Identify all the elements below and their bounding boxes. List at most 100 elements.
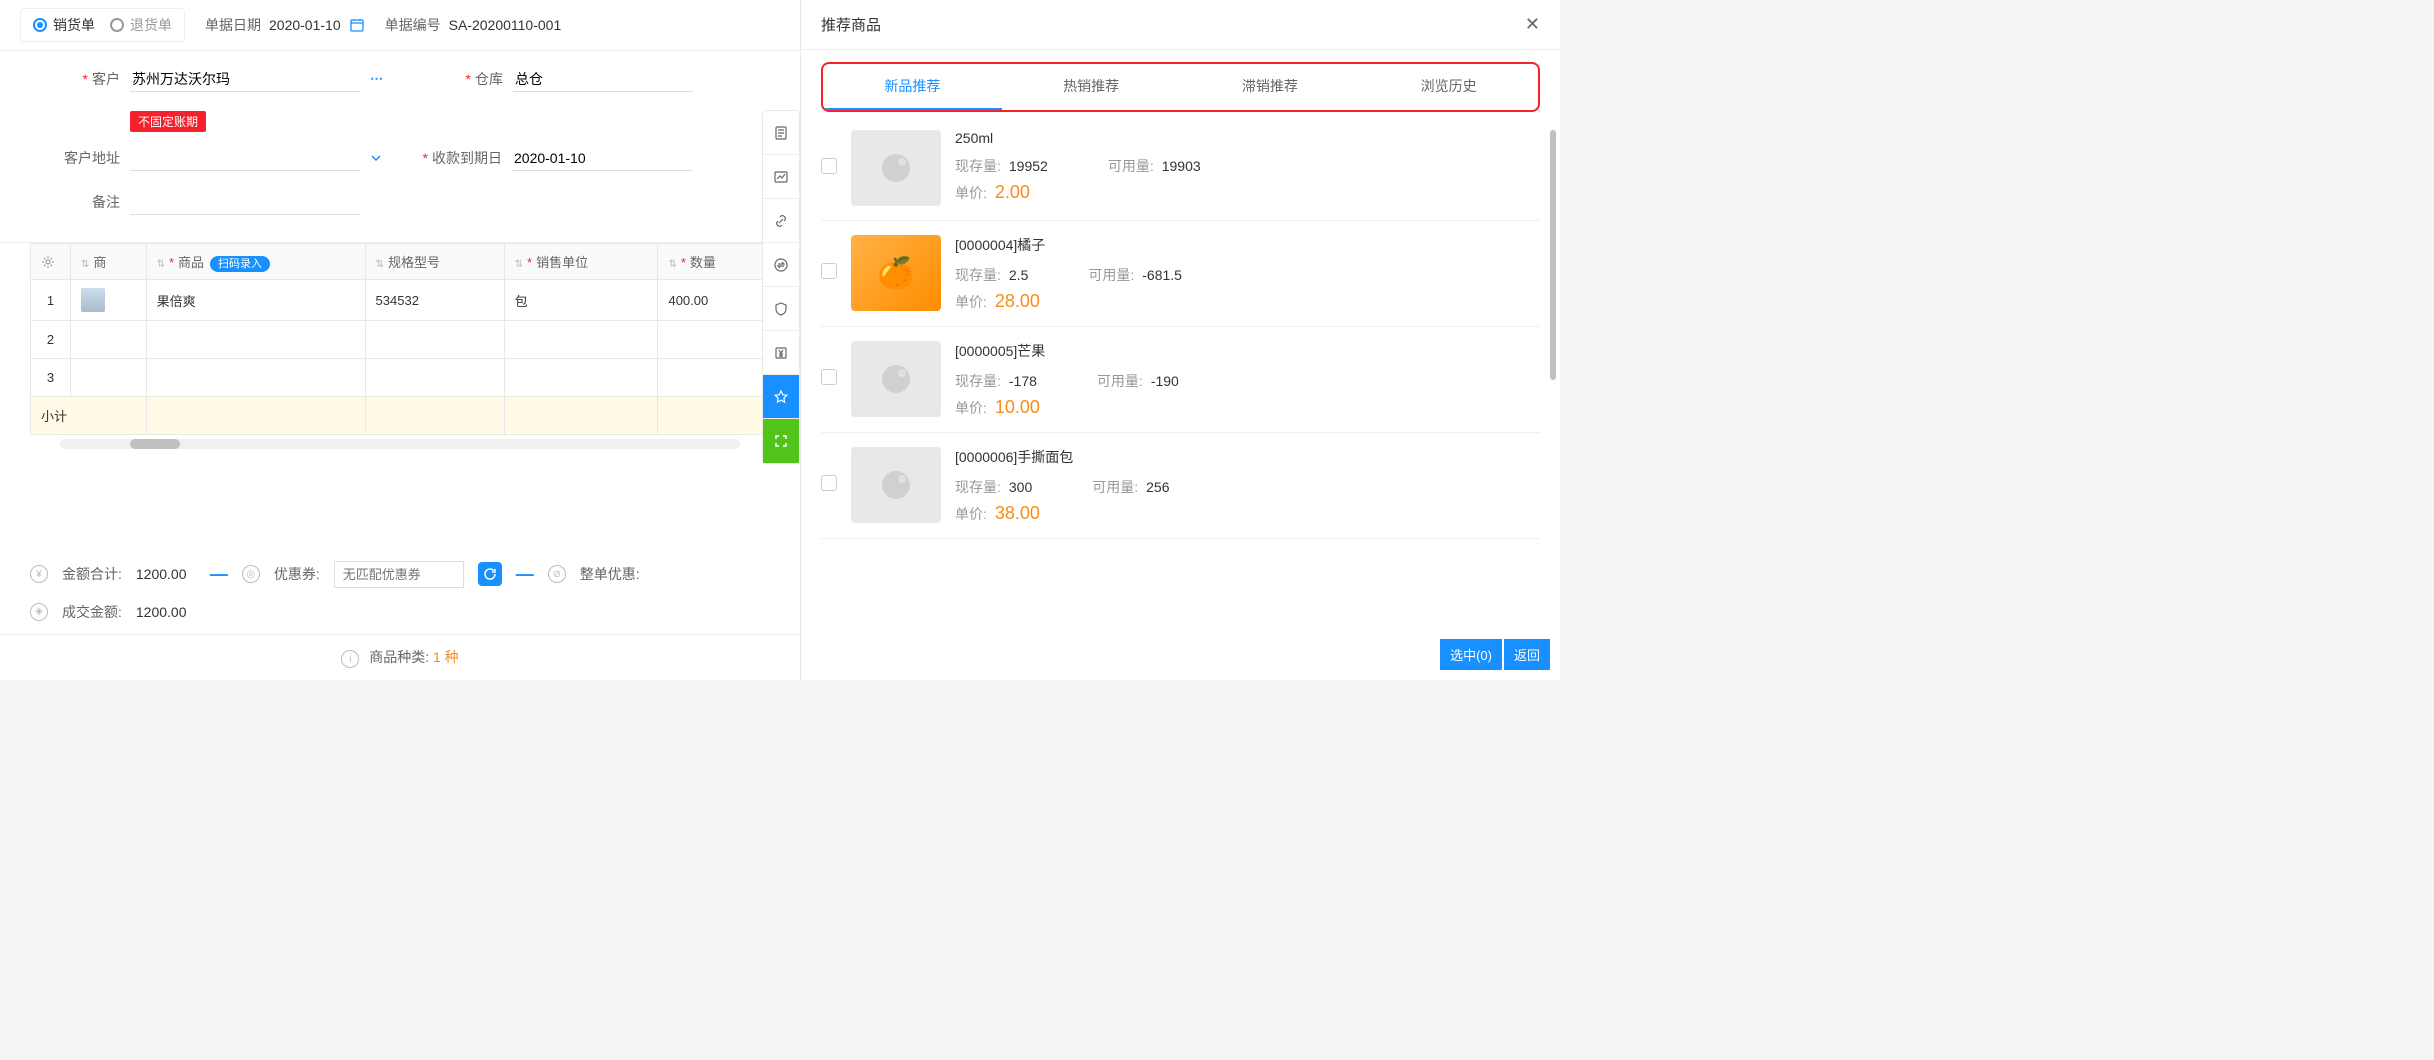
tool-shield-icon[interactable]	[763, 287, 799, 331]
final-label: 成交金额:	[62, 602, 122, 622]
warehouse-input[interactable]	[513, 67, 693, 92]
avail-label: 可用量:	[1092, 479, 1138, 495]
kinds-label: 商品种类:	[369, 649, 429, 665]
tab-slow[interactable]: 滞销推荐	[1181, 64, 1360, 110]
info-icon: i	[341, 650, 359, 668]
recommend-panel: 推荐商品 ✕ 新品推荐 热销推荐 滞销推荐 浏览历史 250ml 现存量:199…	[800, 0, 1560, 680]
refresh-button[interactable]	[478, 562, 502, 586]
tool-swap-icon[interactable]	[763, 243, 799, 287]
close-icon[interactable]: ✕	[1525, 14, 1540, 35]
radio-return-label: 退货单	[130, 15, 172, 35]
radio-return[interactable]: 退货单	[110, 15, 172, 35]
coupon-input[interactable]	[334, 561, 464, 588]
duedate-input[interactable]	[512, 146, 692, 171]
avail-value: -190	[1151, 373, 1179, 389]
radio-sales-label: 销货单	[53, 15, 95, 35]
doc-no-value: SA-20200110-001	[449, 17, 562, 33]
coupon-label: 优惠券:	[274, 564, 320, 584]
custaddr-field: 客户地址	[30, 142, 382, 174]
customer-badge: 不固定账期	[130, 111, 206, 132]
customer-input[interactable]	[130, 67, 360, 92]
tool-star-icon[interactable]	[763, 375, 799, 419]
cell-qty[interactable]: 400.00	[658, 280, 770, 321]
final-icon: ◈	[30, 603, 48, 621]
cell-spec[interactable]: 534532	[365, 280, 504, 321]
hscrollbar[interactable]	[60, 439, 740, 449]
product-name: [0000005]芒果	[955, 341, 1540, 361]
product-image	[851, 447, 941, 523]
radio-icon	[110, 18, 124, 32]
col-settings[interactable]	[31, 244, 71, 280]
checkbox[interactable]	[821, 263, 837, 279]
checkbox[interactable]	[821, 369, 837, 385]
custaddr-input[interactable]	[130, 146, 360, 171]
duedate-field: *收款到期日	[412, 142, 692, 174]
stock-value: 19952	[1009, 158, 1048, 174]
totals-area: ¥ 金额合计: 1200.00 — ◎ 优惠券: — ⊘ 整单优惠: ◈ 成交金…	[0, 549, 800, 634]
table-row[interactable]: 3	[31, 359, 770, 397]
list-item[interactable]: 🍊 [0000004]橘子 现存量:2.5 可用量:-681.5 单价:28.0…	[821, 221, 1540, 327]
chevron-down-icon[interactable]	[370, 152, 382, 164]
amount-value: 1200.00	[136, 566, 196, 582]
stock-label: 现存量:	[955, 373, 1001, 389]
list-item[interactable]: [0000006]手撕面包 现存量:300 可用量:256 单价:38.00	[821, 433, 1540, 539]
scan-button[interactable]: 扫码录入	[210, 256, 270, 272]
remark-input[interactable]	[130, 190, 360, 215]
avail-value: 19903	[1162, 158, 1201, 174]
panel-title: 推荐商品	[821, 14, 881, 35]
product-thumb	[71, 280, 147, 321]
radio-icon	[33, 18, 47, 32]
tool-money-icon[interactable]	[763, 331, 799, 375]
duedate-label: *收款到期日	[412, 148, 502, 168]
tool-chart-icon[interactable]	[763, 155, 799, 199]
list-item[interactable]: 250ml 现存量:19952 可用量:19903 单价:2.00	[821, 116, 1540, 221]
cell-unit[interactable]: 包	[504, 280, 658, 321]
remark-field: 备注	[30, 186, 360, 218]
product-name: [0000004]橘子	[955, 235, 1540, 255]
doc-date-value[interactable]: 2020-01-10	[269, 17, 341, 33]
stock-value: 2.5	[1009, 267, 1028, 283]
selected-button[interactable]: 选中(0)	[1440, 639, 1502, 670]
table-row[interactable]: 2	[31, 321, 770, 359]
kinds-value: 1 种	[433, 649, 459, 665]
col-img[interactable]: ⇅商	[71, 244, 147, 280]
cell-product[interactable]: 果倍爽	[146, 280, 365, 321]
amount-label: 金额合计:	[62, 564, 122, 584]
price-value: 2.00	[995, 182, 1030, 202]
more-icon[interactable]: ⋯	[370, 71, 383, 87]
warehouse-label: *仓库	[413, 69, 503, 89]
product-image	[851, 130, 941, 206]
minus-icon: —	[210, 564, 228, 585]
doc-header: 销货单 退货单 单据日期 2020-01-10 单据编号 SA-20200110…	[0, 0, 800, 51]
product-image: 🍊	[851, 235, 941, 311]
tab-hot[interactable]: 热销推荐	[1002, 64, 1181, 110]
doc-date-field: 单据日期 2020-01-10	[205, 15, 365, 35]
col-spec[interactable]: ⇅规格型号	[365, 244, 504, 280]
col-unit[interactable]: ⇅*销售单位	[504, 244, 658, 280]
tool-link-icon[interactable]	[763, 199, 799, 243]
tool-doc-icon[interactable]	[763, 111, 799, 155]
back-button[interactable]: 返回	[1504, 639, 1550, 670]
col-qty[interactable]: ⇅*数量	[658, 244, 770, 280]
calendar-icon[interactable]	[349, 17, 365, 33]
list-item[interactable]: [0000005]芒果 现存量:-178 可用量:-190 单价:10.00	[821, 327, 1540, 433]
vscrollbar[interactable]	[1550, 130, 1556, 380]
recommend-tabs: 新品推荐 热销推荐 滞销推荐 浏览历史	[821, 62, 1540, 112]
product-name: [0000006]手撕面包	[955, 447, 1540, 467]
tab-new[interactable]: 新品推荐	[823, 64, 1002, 110]
discount-icon: ⊘	[548, 565, 566, 583]
col-product[interactable]: ⇅*商品扫码录入	[146, 244, 365, 280]
avail-label: 可用量:	[1097, 373, 1143, 389]
table-row[interactable]: 1 果倍爽 534532 包 400.00	[31, 280, 770, 321]
tool-expand-icon[interactable]	[763, 419, 799, 463]
price-label: 单价:	[955, 294, 987, 310]
avail-label: 可用量:	[1088, 267, 1134, 283]
checkbox[interactable]	[821, 475, 837, 491]
tab-history[interactable]: 浏览历史	[1359, 64, 1538, 110]
yen-icon: ¥	[30, 565, 48, 583]
radio-sales[interactable]: 销货单	[33, 15, 95, 35]
form-area: *客户 ⋯ *仓库 不固定账期 客户地址	[0, 51, 800, 243]
doc-no-field: 单据编号 SA-20200110-001	[385, 15, 562, 35]
recommend-list: 250ml 现存量:19952 可用量:19903 单价:2.00 🍊 [000…	[801, 112, 1560, 680]
checkbox[interactable]	[821, 158, 837, 174]
